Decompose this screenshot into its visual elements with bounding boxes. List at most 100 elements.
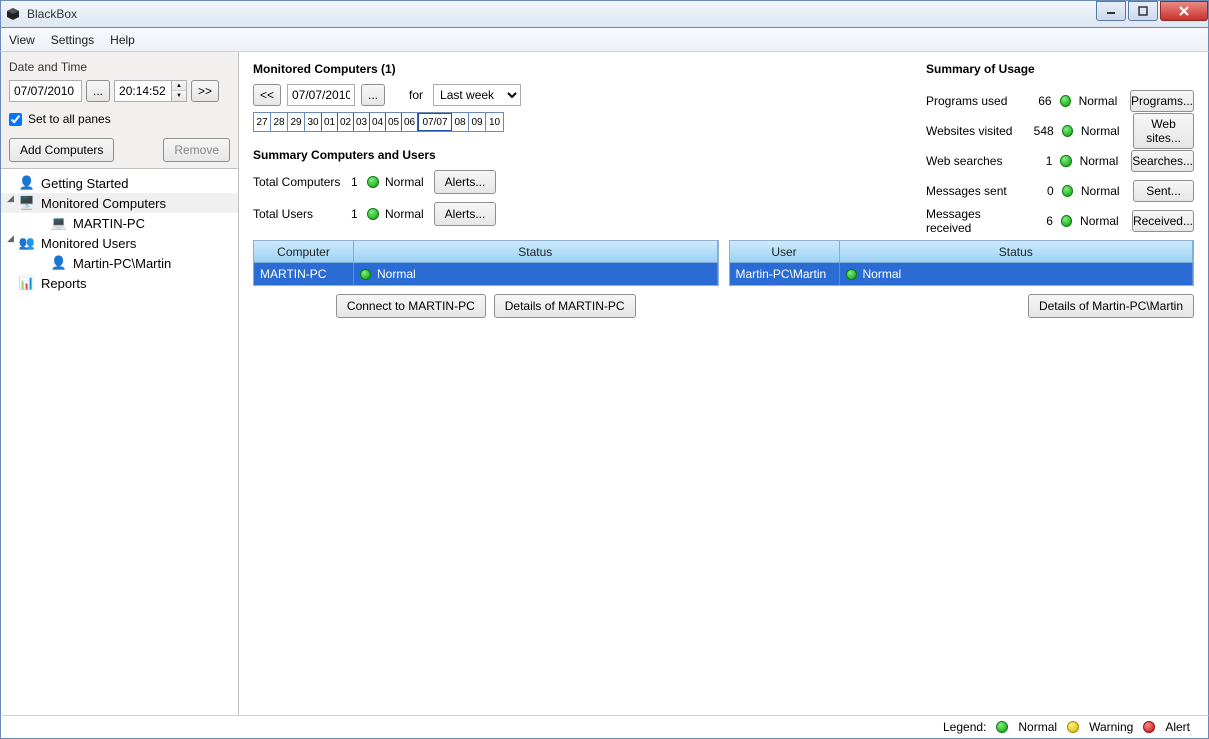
computers-table: Computer Status MARTIN-PC Normal (253, 240, 719, 286)
menu-bar: View Settings Help (0, 28, 1209, 52)
tree-user-item[interactable]: 👤Martin-PC\Martin (1, 253, 238, 273)
usage-value: 6 (1029, 214, 1053, 228)
cell-user-name: Martin-PC\Martin (730, 263, 840, 285)
status-dot-icon (1062, 185, 1073, 197)
content-date-input[interactable] (287, 84, 355, 106)
time-input[interactable] (114, 80, 172, 102)
cal-day[interactable]: 04 (369, 113, 386, 131)
table-row[interactable]: MARTIN-PC Normal (254, 263, 718, 285)
cal-day-current[interactable]: 07/07 (418, 113, 452, 131)
th-status[interactable]: Status (354, 241, 718, 262)
window-minimize-button[interactable] (1096, 1, 1126, 21)
usage-panel: Summary of Usage Programs used 66 Normal Pr… (926, 62, 1194, 236)
legend-label: Legend: (943, 720, 986, 734)
cal-day[interactable]: 28 (271, 113, 288, 131)
details-computer-button[interactable]: Details of MARTIN-PC (494, 294, 636, 318)
cal-day[interactable]: 08 (452, 113, 469, 131)
legend-warning: Warning (1089, 720, 1133, 734)
legend-normal-icon (996, 721, 1008, 733)
cal-day[interactable]: 01 (321, 113, 338, 131)
cal-day[interactable]: 10 (486, 113, 503, 131)
computers-icon: 🖥️ (19, 195, 35, 211)
total-users-label: Total Users (253, 207, 345, 221)
usage-label: Web searches (926, 154, 1021, 168)
nav-tree: 👤Getting Started ◢🖥️Monitored Computers … (1, 168, 238, 715)
go-button[interactable]: >> (191, 80, 219, 102)
range-select[interactable]: Last week (433, 84, 521, 106)
users-table: User Status Martin-PC\Martin Normal (729, 240, 1195, 286)
prev-button[interactable]: << (253, 84, 281, 106)
user-icon: 👤 (19, 175, 35, 191)
cal-day[interactable]: 02 (337, 113, 354, 131)
date-input[interactable] (9, 80, 82, 102)
tree-monitored-computers[interactable]: 🖥️Monitored Computers (1, 193, 238, 213)
window-title: BlackBox (27, 7, 77, 21)
reports-icon: 📊 (19, 275, 35, 291)
usage-label: Messages sent (926, 184, 1022, 198)
status-dot-icon (1062, 125, 1073, 137)
window-maximize-button[interactable] (1128, 1, 1158, 21)
alerts-button[interactable]: Alerts... (434, 170, 497, 194)
status-dot-icon (846, 269, 857, 280)
content-date-browse-button[interactable]: ... (361, 84, 385, 106)
window-close-button[interactable] (1160, 1, 1208, 21)
connect-button[interactable]: Connect to MARTIN-PC (336, 294, 486, 318)
usage-title: Summary of Usage (926, 62, 1194, 76)
table-row[interactable]: Martin-PC\Martin Normal (730, 263, 1194, 285)
usage-button[interactable]: Programs... (1130, 90, 1194, 112)
remove-button[interactable]: Remove (163, 138, 230, 162)
sidebar: Date and Time ... ▲▼ >> Set to all panes… (1, 52, 239, 715)
usage-status: Normal (1080, 214, 1124, 228)
usage-row: Messages sent0NormalSent... (926, 176, 1194, 206)
total-computers-label: Total Computers (253, 175, 345, 189)
total-users-value: 1 (351, 207, 361, 221)
users-icon: 👥 (19, 235, 35, 251)
usage-status: Normal (1081, 124, 1125, 138)
menu-help[interactable]: Help (110, 33, 135, 47)
set-all-panes-checkbox[interactable] (9, 113, 22, 126)
datetime-label: Date and Time (9, 60, 230, 74)
legend-normal: Normal (1018, 720, 1057, 734)
usage-value: 66 (1028, 94, 1052, 108)
th-user[interactable]: User (730, 241, 840, 262)
cal-day[interactable]: 30 (305, 113, 322, 131)
status-dot-icon (367, 208, 379, 220)
status-text: Normal (385, 207, 424, 221)
caret-icon[interactable]: ◢ (7, 233, 17, 244)
cal-day[interactable]: 27 (254, 113, 271, 131)
usage-button[interactable]: Web sites... (1133, 113, 1194, 149)
app-icon (5, 6, 21, 22)
details-user-button[interactable]: Details of Martin-PC\Martin (1028, 294, 1194, 318)
for-label: for (409, 88, 423, 102)
usage-label: Programs used (926, 94, 1020, 108)
window-titlebar: BlackBox (0, 0, 1209, 28)
usage-button[interactable]: Received... (1132, 210, 1194, 232)
usage-button[interactable]: Sent... (1133, 180, 1194, 202)
tree-reports[interactable]: 📊Reports (1, 273, 238, 293)
cell-status: Normal (354, 263, 718, 285)
add-computers-button[interactable]: Add Computers (9, 138, 114, 162)
cal-day[interactable]: 29 (288, 113, 305, 131)
tree-getting-started[interactable]: 👤Getting Started (1, 173, 238, 193)
legend-bar: Legend: Normal Warning Alert (0, 715, 1209, 739)
menu-view[interactable]: View (9, 33, 35, 47)
cal-day[interactable]: 06 (401, 113, 418, 131)
caret-icon[interactable]: ◢ (7, 193, 17, 204)
legend-alert-icon (1143, 721, 1155, 733)
tree-computer-item[interactable]: 💻MARTIN-PC (1, 213, 238, 233)
calendar-strip: 27 28 29 30 01 02 03 04 05 06 07/07 08 0… (253, 112, 504, 132)
alerts-button[interactable]: Alerts... (434, 202, 497, 226)
cal-day[interactable]: 03 (353, 113, 370, 131)
th-computer[interactable]: Computer (254, 241, 354, 262)
menu-settings[interactable]: Settings (51, 33, 94, 47)
date-browse-button[interactable]: ... (86, 80, 110, 102)
cal-day[interactable]: 09 (469, 113, 486, 131)
set-all-panes-label: Set to all panes (28, 112, 111, 126)
cell-status: Normal (840, 263, 1194, 285)
usage-button[interactable]: Searches... (1131, 150, 1194, 172)
time-spinner[interactable]: ▲▼ (172, 80, 187, 102)
cal-day[interactable]: 05 (385, 113, 402, 131)
status-dot-icon (1060, 95, 1071, 107)
tree-monitored-users[interactable]: 👥Monitored Users (1, 233, 238, 253)
th-status[interactable]: Status (840, 241, 1194, 262)
